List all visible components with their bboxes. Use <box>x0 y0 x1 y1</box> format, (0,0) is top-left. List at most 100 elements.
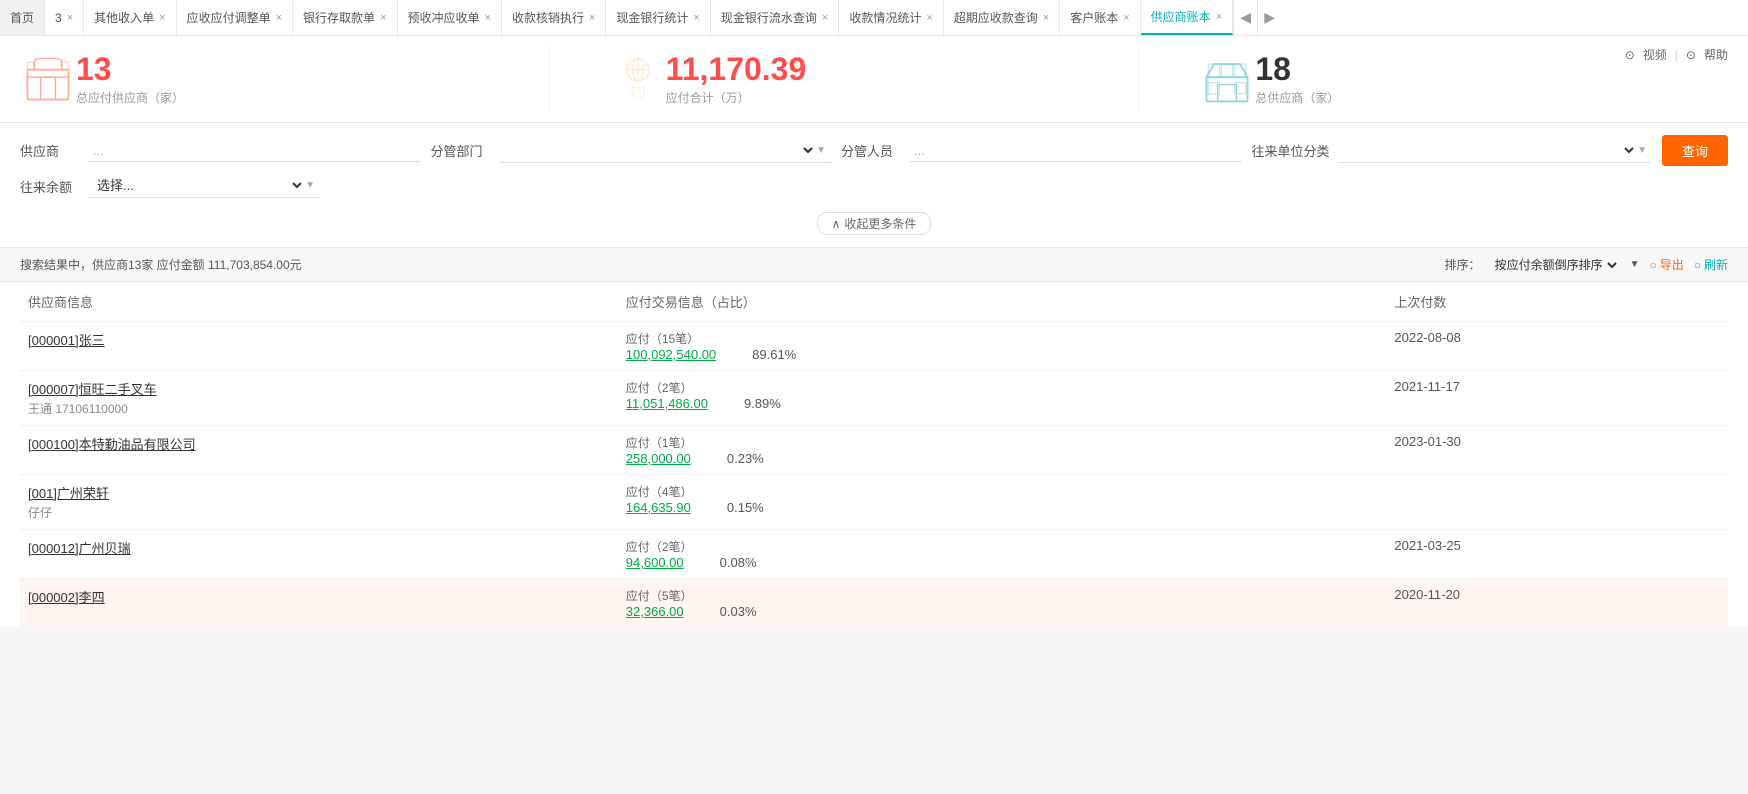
nav-ar-ap-adjust[interactable]: 应收应付调整单 × <box>177 0 293 35</box>
nav-tab3[interactable]: 3 × <box>45 0 84 35</box>
supplier-input[interactable] <box>88 140 421 162</box>
category-select-wrap[interactable]: ▼ <box>1338 139 1652 163</box>
last-pay-cell: 2021-11-17 <box>1386 371 1728 426</box>
nav-customer-book[interactable]: 客户账本 × <box>1060 0 1140 35</box>
balance-field: 往来余额 选择... ▼ <box>20 174 320 198</box>
supplier-link[interactable]: [000012]广州贝瑞 <box>28 541 131 556</box>
tx-percent: 0.15% <box>727 500 764 515</box>
tx-count: （5笔） <box>650 589 693 603</box>
supplier-link[interactable]: [000001]张三 <box>28 333 105 348</box>
refresh-icon: ○ <box>1694 258 1701 272</box>
nav-bank-deposit-close[interactable]: × <box>380 12 386 24</box>
nav-bank-deposit[interactable]: 银行存取款单 × <box>293 0 397 35</box>
amount-value[interactable]: 32,366.00 <box>626 604 684 619</box>
supplier-link[interactable]: [000007]恒旺二手叉车 <box>28 382 157 397</box>
nav-prepay-ar-close[interactable]: × <box>485 12 491 24</box>
stat-all-number: 18 <box>1255 53 1339 85</box>
category-field: 往来单位分类 ▼ <box>1252 139 1653 163</box>
dept-select[interactable] <box>504 142 817 159</box>
tx-label: 应付 <box>626 381 650 395</box>
amount-value[interactable]: 164,635.90 <box>626 500 691 515</box>
chevron-down-icon: ▼ <box>816 145 826 156</box>
tx-line: 应付（1笔） <box>626 434 1379 451</box>
balance-select-wrap[interactable]: 选择... ▼ <box>88 174 320 198</box>
table-row: [001]广州荣轩仔仔应付（4笔）164,635.900.15% <box>20 475 1728 530</box>
nav-other-income-label: 其他收入单 <box>94 9 154 26</box>
sort-label: 排序： <box>1445 256 1481 273</box>
person-input[interactable] <box>909 140 1242 162</box>
last-pay-date: 2021-11-17 <box>1394 379 1460 394</box>
supplier-link[interactable]: [001]广州荣轩 <box>28 486 109 501</box>
amount-line: 100,092,540.0089.61% <box>626 347 1379 362</box>
nav-cash-flow[interactable]: 现金银行流水查询 × <box>711 0 839 35</box>
last-pay-date: 2020-11-20 <box>1394 587 1460 602</box>
tx-label: 应付 <box>626 332 650 346</box>
nav-receipt-stat-close[interactable]: × <box>926 12 932 24</box>
help-link[interactable]: 帮助 <box>1704 46 1728 63</box>
top-nav: 首页 3 × 其他收入单 × 应收应付调整单 × 银行存取款单 × 预收冲应收单… <box>0 0 1748 36</box>
nav-receipt-stat[interactable]: 收款情况统计 × <box>839 0 943 35</box>
nav-tab3-close[interactable]: × <box>67 12 73 24</box>
search-row-1: 供应商 分管部门 ▼ 分管人员 往来单位分类 ▼ <box>20 135 1728 166</box>
supplier-link[interactable]: [000100]本特勤油品有限公司 <box>28 437 196 452</box>
nav-receipt-stat-label: 收款情况统计 <box>849 9 921 26</box>
nav-overdue-ar[interactable]: 超期应收款查询 × <box>944 0 1060 35</box>
nav-cash-bank-stat-close[interactable]: × <box>693 12 699 24</box>
refresh-button[interactable]: ○ 刷新 <box>1694 256 1728 273</box>
amount-value[interactable]: 100,092,540.00 <box>626 347 716 362</box>
nav-right-arrow[interactable]: ▶ <box>1257 0 1281 35</box>
collapse-button[interactable]: ∧ 收起更多条件 <box>817 212 932 235</box>
amount-value[interactable]: 94,600.00 <box>626 555 684 570</box>
category-select[interactable] <box>1343 142 1638 159</box>
supplier-sub: 仔仔 <box>28 504 610 521</box>
payable-cell: 应付（1笔）258,000.000.23% <box>618 426 1387 475</box>
nav-overdue-ar-close[interactable]: × <box>1043 12 1049 24</box>
last-pay-cell: 2022-08-08 <box>1386 322 1728 371</box>
balance-select[interactable]: 选择... <box>93 177 305 194</box>
amount-line: 32,366.000.03% <box>626 604 1379 619</box>
nav-supplier-book-close[interactable]: × <box>1216 11 1222 23</box>
sort-select[interactable]: 按应付余额倒序排序 <box>1491 257 1620 273</box>
amount-value[interactable]: 258,000.00 <box>626 451 691 466</box>
tx-line: 应付（15笔） <box>626 330 1379 347</box>
refresh-label: 刷新 <box>1704 256 1728 273</box>
shop-icon <box>1199 51 1255 107</box>
nav-prepay-ar[interactable]: 预收冲应收单 × <box>398 0 502 35</box>
dept-select-wrap[interactable]: ▼ <box>499 139 832 163</box>
supplier-cell: [000007]恒旺二手叉车王通 17106110000 <box>20 371 618 426</box>
nav-other-income-close[interactable]: × <box>159 12 165 24</box>
search-row-2: 往来余额 选择... ▼ <box>20 174 320 198</box>
nav-ar-ap-adjust-label: 应收应付调整单 <box>187 9 271 26</box>
video-link[interactable]: 视频 <box>1643 46 1667 63</box>
tx-count: （15笔） <box>650 332 699 346</box>
data-table-wrap: 供应商信息 应付交易信息（占比） 上次付数 [000001]张三应付（15笔）1… <box>0 282 1748 627</box>
nav-supplier-book[interactable]: 供应商账本 × <box>1141 0 1233 35</box>
stat-all-suppliers-text: 18 总供应商（家） <box>1255 53 1339 106</box>
amount-line: 11,051,486.009.89% <box>626 396 1379 411</box>
nav-customer-book-close[interactable]: × <box>1123 12 1129 24</box>
query-button[interactable]: 查询 <box>1662 135 1728 166</box>
nav-receipt-exec-close[interactable]: × <box>589 12 595 24</box>
nav-ar-ap-adjust-close[interactable]: × <box>276 12 282 24</box>
amount-value[interactable]: 11,051,486.00 <box>626 396 708 411</box>
nav-left-arrow[interactable]: ◀ <box>1233 0 1257 35</box>
nav-cash-bank-stat-label: 现金银行统计 <box>616 9 688 26</box>
nav-receipt-exec[interactable]: 收款核销执行 × <box>502 0 606 35</box>
export-icon: ○ <box>1649 258 1656 272</box>
amount-line: 258,000.000.23% <box>626 451 1379 466</box>
col-supplier-info: 供应商信息 <box>20 282 618 322</box>
nav-cash-flow-close[interactable]: × <box>822 12 828 24</box>
chevron-down-icon-3: ▼ <box>305 180 315 191</box>
stat-total-label: 应付合计（万） <box>666 89 807 106</box>
export-button[interactable]: ○ 导出 <box>1649 256 1683 273</box>
nav-cash-bank-stat[interactable]: 现金银行统计 × <box>606 0 710 35</box>
nav-home-label: 首页 <box>10 9 34 26</box>
nav-home[interactable]: 首页 <box>0 0 45 35</box>
tx-label: 应付 <box>626 436 650 450</box>
tx-count: （4笔） <box>650 485 693 499</box>
result-summary: 搜索结果中，供应商13家 应付金额 111,703,854.00元 <box>20 256 302 273</box>
payable-cell: 应付（5笔）32,366.000.03% <box>618 579 1387 628</box>
top-right-links: ⊙ 视频 | ⊙ 帮助 <box>1625 46 1728 63</box>
supplier-link[interactable]: [000002]李四 <box>28 590 105 605</box>
nav-other-income[interactable]: 其他收入单 × <box>84 0 176 35</box>
